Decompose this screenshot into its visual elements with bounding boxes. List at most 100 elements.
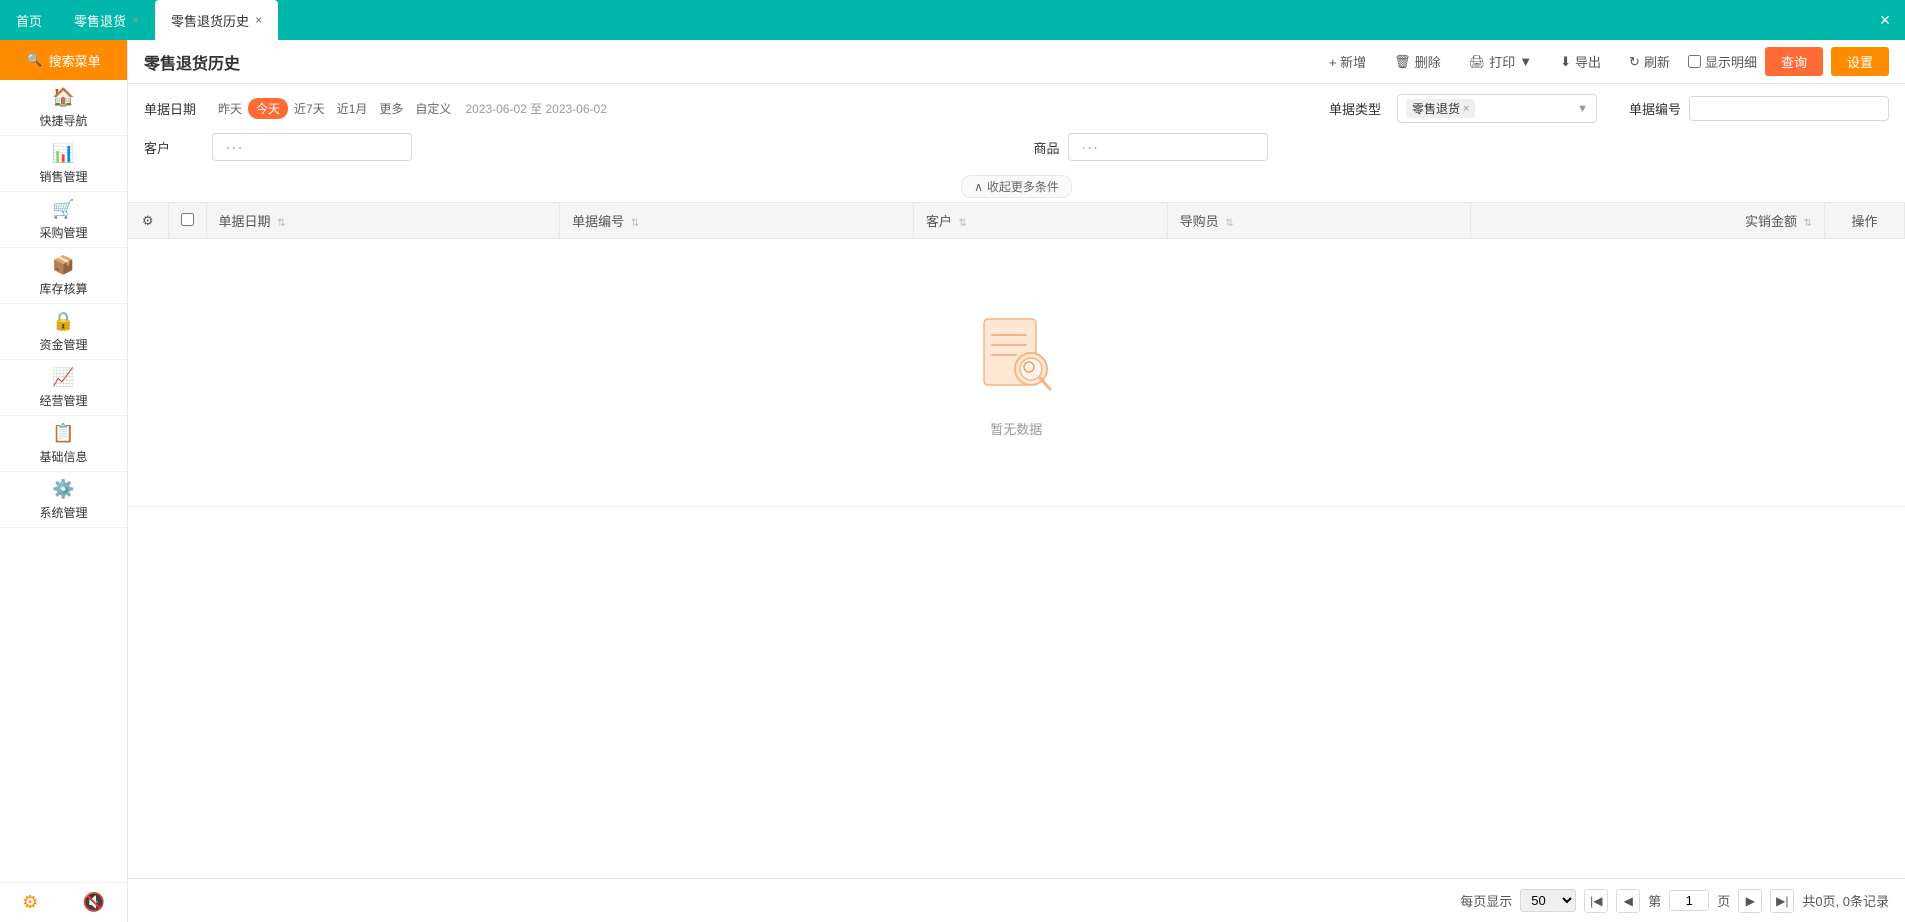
tab-retail-return-history-label: 零售退货历史 <box>171 11 249 30</box>
page-size-label: 每页显示 <box>1460 891 1512 910</box>
tab-retail-return-label: 零售退货 <box>74 11 126 30</box>
sidebar-item-inventory-label: 库存核算 <box>39 280 87 297</box>
th-date[interactable]: 单据日期 ⇅ <box>206 203 560 239</box>
last-page-button[interactable]: ▶| <box>1770 889 1794 913</box>
date-opt-1month[interactable]: 近1月 <box>331 98 374 119</box>
date-opt-today[interactable]: 今天 <box>248 98 288 119</box>
print-icon: 🖨 <box>1469 54 1486 70</box>
tab-retail-return[interactable]: 零售退货 × <box>58 0 155 40</box>
page-unit: 页 <box>1717 891 1730 910</box>
content-area: 零售退货历史 + 新增 🗑 删除 🖨 打印 ▼ ⬇ 导出 ↻ <box>128 40 1905 922</box>
delete-icon: 🗑 <box>1394 54 1411 70</box>
select-all-checkbox[interactable] <box>181 213 194 226</box>
sidebar-item-operations[interactable]: 📈 经营管理 <box>0 360 127 416</box>
sidebar-item-inventory[interactable]: 📦 库存核算 <box>0 248 127 304</box>
date-range-display: 2023-06-02 至 2023-06-02 <box>465 100 606 117</box>
type-filter-select[interactable]: 零售退货 × ▼ <box>1397 94 1597 123</box>
date-filters: 昨天 今天 近7天 近1月 更多 自定义 2023-06-02 至 2023-0… <box>212 98 607 119</box>
sales-icon: 📊 <box>52 143 74 164</box>
tab-retail-return-history[interactable]: 零售退货历史 × <box>155 0 278 40</box>
sidebar-item-purchase-mgmt-label: 采购管理 <box>39 224 87 241</box>
th-guide[interactable]: 导购员 ⇅ <box>1167 203 1471 239</box>
refresh-button[interactable]: ↻ 刷新 <box>1619 48 1680 75</box>
th-amount[interactable]: 实销金额 ⇅ <box>1471 203 1825 239</box>
first-page-button[interactable]: |◀ <box>1584 889 1608 913</box>
sidebar-item-system-mgmt-label: 系统管理 <box>39 504 87 521</box>
table-footer: 每页显示 50 20 100 |◀ ◀ 第 页 ▶ ▶| 共0页, 0条记录 <box>128 878 1905 922</box>
sidebar-item-purchase-mgmt[interactable]: 🛒 采购管理 <box>0 192 127 248</box>
th-checkbox[interactable] <box>168 203 206 239</box>
mute-icon[interactable]: 🔇 <box>82 892 104 913</box>
sidebar-item-operations-label: 经营管理 <box>39 392 87 409</box>
amount-sort-arrows: ⇅ <box>1804 218 1812 229</box>
th-customer[interactable]: 客户 ⇅ <box>913 203 1167 239</box>
current-page-input[interactable] <box>1669 890 1709 911</box>
tab-home[interactable]: 首页 <box>0 0 58 40</box>
customer-filter-input[interactable]: ··· <box>212 133 412 161</box>
number-filter-label: 单据编号 <box>1629 99 1681 118</box>
empty-state-illustration <box>966 307 1066 407</box>
query-button[interactable]: 查询 <box>1765 47 1823 76</box>
guide-sort-arrows: ⇅ <box>1225 218 1233 229</box>
date-opt-custom[interactable]: 自定义 <box>409 98 457 119</box>
sidebar-item-basic-info-label: 基础信息 <box>39 448 87 465</box>
table-body: 暂无数据 <box>128 239 1905 507</box>
delete-button[interactable]: 🗑 删除 <box>1384 48 1451 75</box>
sidebar-item-quick-nav[interactable]: 🏠 快捷导航 <box>0 80 127 136</box>
prev-page-button[interactable]: ◀ <box>1616 889 1640 913</box>
sidebar-item-finance[interactable]: 🔒 资金管理 <box>0 304 127 360</box>
system-icon: ⚙️ <box>52 479 74 500</box>
tab-retail-return-history-close[interactable]: × <box>255 13 262 27</box>
export-button[interactable]: ⬇ 导出 <box>1550 48 1611 75</box>
date-opt-7days[interactable]: 近7天 <box>288 98 331 119</box>
page-title: 零售退货历史 <box>144 50 1319 74</box>
data-table: ⚙ 单据日期 ⇅ 单据编号 ⇅ 客户 <box>128 203 1905 507</box>
collapse-row: ∧ 收起更多条件 <box>144 171 1889 202</box>
date-filter-label: 单据日期 <box>144 99 204 118</box>
type-tag-retail-return: 零售退货 × <box>1406 99 1475 118</box>
sidebar-item-basic-info[interactable]: 📋 基础信息 <box>0 416 127 472</box>
home-icon: 🏠 <box>52 87 74 108</box>
th-number[interactable]: 单据编号 ⇅ <box>560 203 914 239</box>
settings-bottom-icon[interactable]: ⚙ <box>22 892 38 913</box>
type-filter-label: 单据类型 <box>1329 99 1381 118</box>
type-dropdown-arrow: ▼ <box>1577 103 1588 115</box>
date-sort-arrows: ⇅ <box>277 218 285 229</box>
show-detail-checkbox[interactable] <box>1688 55 1701 68</box>
customer-filter-label: 客户 <box>144 138 204 157</box>
print-button[interactable]: 🖨 打印 ▼ <box>1459 48 1542 75</box>
print-dropdown-icon: ▼ <box>1519 54 1532 69</box>
window-close-button[interactable]: × <box>1865 0 1905 40</box>
next-page-button[interactable]: ▶ <box>1738 889 1762 913</box>
type-tag-close[interactable]: × <box>1463 103 1469 115</box>
filter-row-date: 单据日期 昨天 今天 近7天 近1月 更多 自定义 2023-06-02 至 2… <box>144 94 1889 123</box>
number-filter-input[interactable] <box>1689 96 1889 121</box>
search-icon: 🔍 <box>26 52 42 68</box>
date-opt-more[interactable]: 更多 <box>373 98 409 119</box>
empty-state-cell: 暂无数据 <box>128 239 1905 507</box>
purchase-icon: 🛒 <box>52 199 74 220</box>
main-layout: 🔍 搜索菜单 🏠 快捷导航 📊 销售管理 🛒 采购管理 📦 库存核算 🔒 资金管… <box>0 40 1905 922</box>
show-detail-checkbox-label[interactable]: 显示明细 <box>1688 52 1757 71</box>
page-size-select[interactable]: 50 20 100 <box>1520 889 1576 912</box>
sidebar-bottom: ⚙ 🔇 <box>0 882 127 922</box>
filter-area: 单据日期 昨天 今天 近7天 近1月 更多 自定义 2023-06-02 至 2… <box>128 84 1905 203</box>
goods-filter-label: 商品 <box>1034 138 1060 157</box>
sidebar-item-quick-nav-label: 快捷导航 <box>39 112 87 129</box>
collapse-button[interactable]: ∧ 收起更多条件 <box>961 175 1072 198</box>
filter-type-section: 单据类型 零售退货 × ▼ <box>1329 94 1597 123</box>
date-opt-yesterday[interactable]: 昨天 <box>212 98 248 119</box>
sidebar-item-sales-mgmt[interactable]: 📊 销售管理 <box>0 136 127 192</box>
empty-state-row: 暂无数据 <box>128 239 1905 507</box>
goods-filter-input[interactable]: ··· <box>1068 133 1268 161</box>
header-actions: + 新增 🗑 删除 🖨 打印 ▼ ⬇ 导出 ↻ 刷新 <box>1319 47 1889 76</box>
tab-retail-return-close[interactable]: × <box>132 13 139 27</box>
th-settings[interactable]: ⚙ <box>128 203 168 239</box>
sidebar-search[interactable]: 🔍 搜索菜单 <box>0 40 127 80</box>
export-icon: ⬇ <box>1560 54 1571 70</box>
operations-icon: 📈 <box>52 367 74 388</box>
new-button[interactable]: + 新增 <box>1319 48 1376 75</box>
settings-button[interactable]: 设置 <box>1831 47 1889 76</box>
sidebar-item-system-mgmt[interactable]: ⚙️ 系统管理 <box>0 472 127 528</box>
basic-info-icon: 📋 <box>52 423 74 444</box>
